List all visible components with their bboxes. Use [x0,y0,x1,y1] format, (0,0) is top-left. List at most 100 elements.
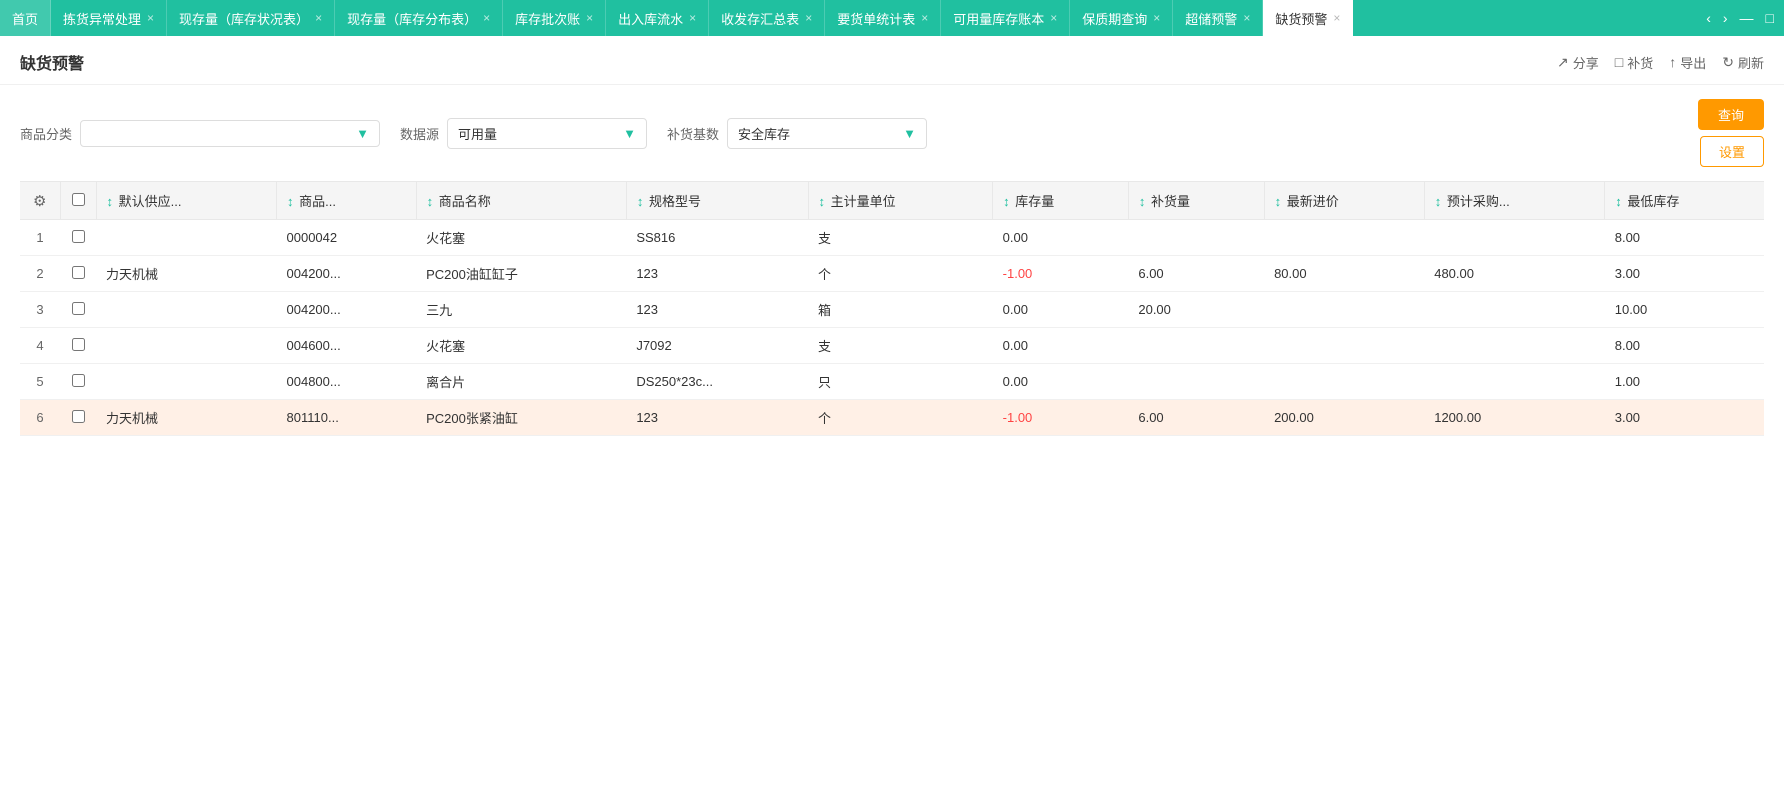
row-index: 3 [20,292,60,328]
row-checkbox[interactable] [72,230,85,243]
row-min-stock: 8.00 [1605,328,1764,364]
tab-可用量库存账本[interactable]: 可用量库存账本 × [941,0,1070,36]
tab-close-10[interactable]: × [1243,11,1250,25]
th-replenish[interactable]: ↕ 补货量 [1128,182,1264,220]
row-spec: 123 [626,400,808,436]
th-stock[interactable]: ↕ 库存量 [993,182,1129,220]
row-min-stock: 1.00 [1605,364,1764,400]
table-body: 1 0000042 火花塞 SS816 支 0.00 8.00 2 力天机械 0… [20,220,1764,436]
row-checkbox[interactable] [72,266,85,279]
row-stock: -1.00 [993,256,1129,292]
th-latest-price[interactable]: ↕ 最新进价 [1264,182,1424,220]
table-row: 3 004200... 三九 123 箱 0.00 20.00 10.00 [20,292,1764,328]
datasource-arrow-icon: ▼ [623,126,636,141]
row-checkbox[interactable] [72,410,85,423]
row-replenish: 6.00 [1128,256,1264,292]
th-min-stock[interactable]: ↕ 最低库存 [1605,182,1764,220]
category-arrow-icon: ▼ [356,126,369,141]
tab-缺货预警[interactable]: 缺货预警 × [1263,0,1353,36]
tab-保质期查询[interactable]: 保质期查询 × [1070,0,1173,36]
th-code[interactable]: ↕ 商品... [277,182,417,220]
tab-next-button[interactable]: › [1717,6,1734,30]
tab-close-6[interactable]: × [805,11,812,25]
replenish-arrow-icon: ▼ [903,126,916,141]
tab-要货单统计表[interactable]: 要货单统计表 × [825,0,941,36]
tab-bar: 首页 拣货异常处理 × 现存量（库存状况表） × 现存量（库存分布表） × 库存… [0,0,1784,36]
th-est-purchase[interactable]: ↕ 预计采购... [1424,182,1605,220]
tab-close-9[interactable]: × [1153,11,1160,25]
th-settings: ⚙ [20,182,60,220]
tab-出入库流水[interactable]: 出入库流水 × [606,0,709,36]
tab-首页[interactable]: 首页 [0,0,51,36]
filter-replenish-group: 补货基数 安全库存 ▼ [667,118,927,149]
tab-controls: ‹ › — □ [1700,6,1784,30]
row-checkbox-cell [60,400,96,436]
row-stock: 0.00 [993,364,1129,400]
row-index: 6 [20,400,60,436]
tab-现存量库存分布表[interactable]: 现存量（库存分布表） × [335,0,503,36]
row-unit: 箱 [808,292,993,328]
row-supplier [96,328,277,364]
row-replenish: 6.00 [1128,400,1264,436]
row-min-stock: 8.00 [1605,220,1764,256]
tab-close-1[interactable]: × [147,11,154,25]
row-code: 004200... [277,292,417,328]
tab-close-7[interactable]: × [921,11,928,25]
settings-button[interactable]: 设置 [1700,136,1764,167]
tab-close-2[interactable]: × [315,11,322,25]
est-purchase-sort-icon: ↕ [1435,194,1442,209]
datasource-select[interactable]: 可用量 ▼ [447,118,647,149]
query-button[interactable]: 查询 [1698,99,1764,130]
th-name[interactable]: ↕ 商品名称 [416,182,626,220]
tab-close-4[interactable]: × [586,11,593,25]
row-checkbox-cell [60,292,96,328]
th-supplier[interactable]: ↕ 默认供应... [96,182,277,220]
row-code: 004600... [277,328,417,364]
table-row: 1 0000042 火花塞 SS816 支 0.00 8.00 [20,220,1764,256]
replenish-select[interactable]: 安全库存 ▼ [727,118,927,149]
row-latest-price [1264,328,1424,364]
filter-buttons: 查询 设置 [1698,99,1764,167]
row-supplier: 力天机械 [96,256,277,292]
share-button[interactable]: ↗ 分享 [1557,53,1599,72]
tab-拣货异常处理[interactable]: 拣货异常处理 × [51,0,167,36]
tab-close-8[interactable]: × [1050,11,1057,25]
row-unit: 只 [808,364,993,400]
tab-close-11[interactable]: × [1333,11,1340,25]
export-button[interactable]: ↑ 导出 [1669,53,1706,72]
tab-close-3[interactable]: × [483,11,490,25]
row-checkbox[interactable] [72,338,85,351]
row-checkbox[interactable] [72,302,85,315]
row-unit: 个 [808,400,993,436]
table-container: ⚙ ↕ 默认供应... ↕ 商品... ↕ 商品名称 [0,181,1784,436]
row-unit: 个 [808,256,993,292]
min-stock-sort-icon: ↕ [1615,194,1622,209]
column-settings-icon[interactable]: ⚙ [33,193,46,210]
tab-现存量库存状况表[interactable]: 现存量（库存状况表） × [167,0,335,36]
tab-超储预警[interactable]: 超储预警 × [1173,0,1263,36]
replenish-label: 补货基数 [667,124,719,143]
row-checkbox-cell [60,220,96,256]
row-supplier [96,364,277,400]
row-name: 离合片 [416,364,626,400]
tab-maximize-button[interactable]: □ [1760,6,1780,30]
th-spec[interactable]: ↕ 规格型号 [626,182,808,220]
replenish-button[interactable]: □ 补货 [1615,53,1653,72]
supplier-sort-icon: ↕ [107,194,114,209]
tab-prev-button[interactable]: ‹ [1700,6,1717,30]
tab-收发存汇总表[interactable]: 收发存汇总表 × [709,0,825,36]
th-unit[interactable]: ↕ 主计量单位 [808,182,993,220]
tab-minimize-button[interactable]: — [1734,6,1760,30]
row-est-purchase: 480.00 [1424,256,1605,292]
tab-close-5[interactable]: × [689,11,696,25]
refresh-button[interactable]: ↻ 刷新 [1722,53,1764,72]
category-select[interactable]: ▼ [80,120,380,147]
table-row: 5 004800... 离合片 DS250*23c... 只 0.00 1.00 [20,364,1764,400]
share-icon: ↗ [1557,54,1569,71]
row-index: 4 [20,328,60,364]
tab-库存批次账[interactable]: 库存批次账 × [503,0,606,36]
row-supplier: 力天机械 [96,400,277,436]
row-checkbox[interactable] [72,374,85,387]
select-all-checkbox[interactable] [72,193,85,206]
export-icon: ↑ [1669,54,1676,70]
